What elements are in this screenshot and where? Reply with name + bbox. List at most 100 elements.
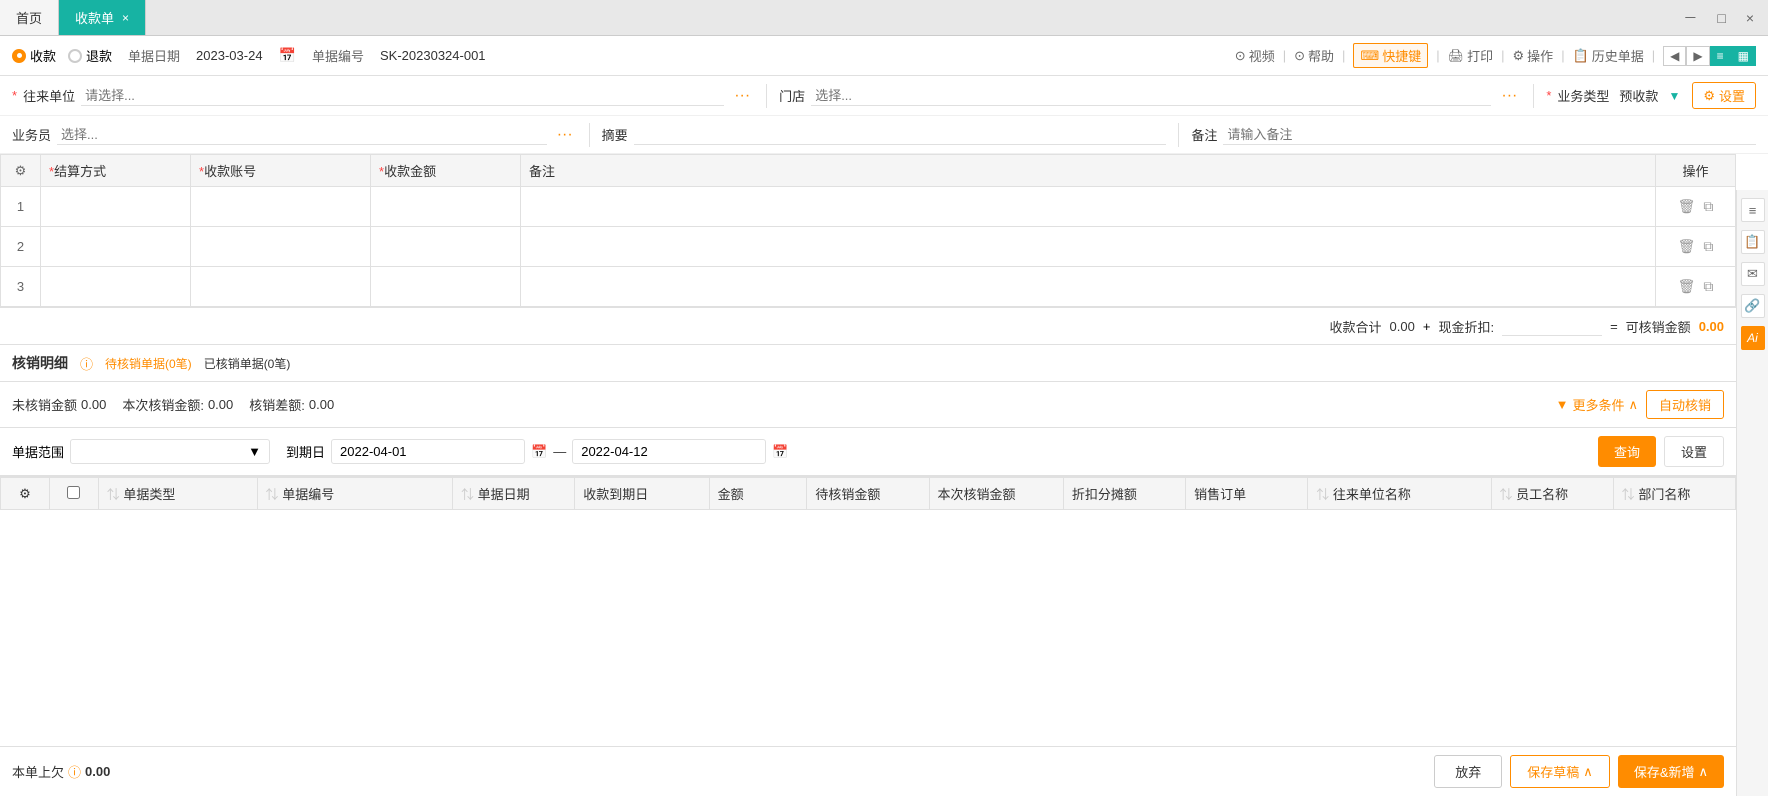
calendar-from-icon[interactable]: 📅 bbox=[531, 444, 547, 460]
right-panel-btn-2[interactable]: 📋 bbox=[1741, 230, 1765, 254]
store-input[interactable] bbox=[811, 86, 1491, 106]
tab-receipt[interactable]: 收款单 × bbox=[59, 0, 146, 35]
sub-table-gear[interactable]: ⚙ bbox=[19, 486, 31, 501]
video-btn[interactable]: ⊙ 视频 bbox=[1235, 46, 1275, 65]
row-remark-3[interactable] bbox=[521, 267, 1656, 307]
plus-sign: + bbox=[1423, 319, 1431, 334]
auto-offset-btn[interactable]: 自动核销 bbox=[1646, 390, 1724, 419]
discount-input[interactable] bbox=[1502, 316, 1602, 336]
minimize-button[interactable]: － bbox=[1677, 6, 1703, 30]
right-panel: ≡ 📋 ✉ 🔗 Ai bbox=[1736, 190, 1768, 796]
right-panel-btn-4[interactable]: 🔗 bbox=[1741, 294, 1765, 318]
view-grid-btn[interactable]: ▶ bbox=[1686, 46, 1709, 66]
view-table-btn[interactable]: ≡ bbox=[1710, 46, 1731, 66]
view-card-btn[interactable]: ▦ bbox=[1731, 46, 1756, 66]
tab-receipt-close[interactable]: × bbox=[122, 11, 129, 25]
remark-input[interactable] bbox=[1223, 125, 1756, 145]
tab-home[interactable]: 首页 bbox=[0, 0, 59, 35]
store-more-btn[interactable]: ··· bbox=[1497, 87, 1521, 105]
row-settlement-3[interactable] bbox=[41, 267, 191, 307]
duedate-label: 到期日 bbox=[286, 442, 325, 461]
staff-label: 业务员 bbox=[12, 125, 51, 144]
radio-receipt[interactable]: 收款 bbox=[12, 46, 56, 65]
select-all-checkbox[interactable] bbox=[67, 486, 80, 499]
draft-dropdown-icon[interactable]: ∧ bbox=[1583, 764, 1593, 780]
row-account-1[interactable] bbox=[191, 187, 371, 227]
right-panel-btn-1[interactable]: ≡ bbox=[1741, 198, 1765, 222]
staff-group: 业务员 ··· bbox=[12, 125, 577, 145]
diff-value: 0.00 bbox=[309, 397, 334, 412]
date-to-input[interactable] bbox=[572, 439, 766, 464]
maximize-button[interactable]: □ bbox=[1711, 8, 1731, 28]
row-remark-1[interactable] bbox=[521, 187, 1656, 227]
right-panel-btn-5[interactable]: Ai bbox=[1741, 326, 1765, 350]
summary-input[interactable] bbox=[634, 125, 1167, 145]
radio-refund[interactable]: 退款 bbox=[68, 46, 112, 65]
range-select[interactable]: ▼ bbox=[70, 439, 270, 464]
table-gear-icon[interactable]: ⚙ bbox=[15, 163, 27, 178]
filter-settings-btn[interactable]: 设置 bbox=[1664, 436, 1724, 467]
discount-label: 现金折扣: bbox=[1438, 317, 1494, 336]
equals-sign: = bbox=[1610, 319, 1618, 334]
range-dropdown-icon: ▼ bbox=[248, 444, 261, 459]
row-delete-2[interactable]: 🗑 bbox=[1678, 238, 1696, 255]
filter-row: 单据范围 ▼ 到期日 📅 — 📅 查询 设置 bbox=[0, 428, 1736, 476]
row-account-3[interactable] bbox=[191, 267, 371, 307]
col-account: *收款账号 bbox=[191, 155, 371, 187]
form-settings-btn[interactable]: ⚙ 设置 bbox=[1692, 82, 1756, 109]
bottom-label: 本单上欠 bbox=[12, 762, 64, 781]
staff-more-btn[interactable]: ··· bbox=[553, 126, 577, 144]
save-draft-btn[interactable]: 保存草稿 ∧ bbox=[1510, 755, 1610, 788]
biztype-dropdown-icon[interactable]: ▼ bbox=[1668, 89, 1680, 103]
shortcut-btn[interactable]: ⌨ 快捷键 bbox=[1353, 43, 1428, 68]
partner-more-btn[interactable]: ··· bbox=[730, 87, 754, 105]
row-settlement-2[interactable] bbox=[41, 227, 191, 267]
date-from-input[interactable] bbox=[331, 439, 525, 464]
row-amount-3[interactable] bbox=[371, 267, 521, 307]
help-btn[interactable]: ⊙ 帮助 bbox=[1294, 46, 1334, 65]
date-value[interactable]: 2023-03-24 bbox=[196, 48, 263, 63]
avail-value: 0.00 bbox=[1699, 319, 1724, 334]
row-copy-1[interactable]: ⧉ bbox=[1703, 198, 1713, 215]
view-list-btn[interactable]: ◀ bbox=[1663, 46, 1686, 66]
print-btn[interactable]: 🖨 打印 bbox=[1448, 46, 1494, 65]
summary-label: 摘要 bbox=[602, 125, 628, 144]
row-amount-2[interactable] bbox=[371, 227, 521, 267]
row-copy-3[interactable]: ⧉ bbox=[1703, 278, 1713, 295]
remark-label: 备注 bbox=[1191, 125, 1217, 144]
right-panel-btn-3[interactable]: ✉ bbox=[1741, 262, 1765, 286]
done-tab[interactable]: 已核销单据(0笔) bbox=[204, 355, 291, 372]
filter-icon: ▼ bbox=[1556, 397, 1569, 412]
partner-label: 往来单位 bbox=[23, 86, 75, 105]
query-btn[interactable]: 查询 bbox=[1598, 436, 1656, 467]
summary-group: 摘要 bbox=[602, 125, 1167, 145]
sub-col-staff: ⇅ 员工名称 bbox=[1491, 478, 1613, 510]
calendar-icon[interactable]: 📅 bbox=[279, 47, 296, 64]
abandon-btn[interactable]: 放弃 bbox=[1434, 755, 1502, 788]
col-amount: *收款金额 bbox=[371, 155, 521, 187]
close-button[interactable]: × bbox=[1740, 8, 1760, 28]
row-account-2[interactable] bbox=[191, 227, 371, 267]
row-delete-1[interactable]: 🗑 bbox=[1678, 198, 1696, 215]
history-btn[interactable]: 📋 历史单据 bbox=[1573, 46, 1644, 65]
save-dropdown-icon[interactable]: ∧ bbox=[1698, 764, 1708, 780]
save-new-btn[interactable]: 保存&新增 ∧ bbox=[1618, 755, 1724, 788]
calendar-to-icon[interactable]: 📅 bbox=[772, 444, 788, 460]
offset-info-icon[interactable]: ⓘ bbox=[80, 354, 93, 373]
partner-input[interactable] bbox=[81, 86, 724, 106]
row-remark-2[interactable] bbox=[521, 227, 1656, 267]
gear-icon: ⚙ bbox=[1703, 88, 1715, 104]
row-copy-2[interactable]: ⧉ bbox=[1703, 238, 1713, 255]
operation-btn[interactable]: ⚙ 操作 bbox=[1513, 46, 1554, 65]
more-conditions-btn[interactable]: ▼ 更多条件 ∧ bbox=[1556, 395, 1638, 414]
range-label: 单据范围 bbox=[12, 442, 64, 461]
main-wrapper: ⚙ *结算方式 *收款账号 *收款金额 备注 bbox=[0, 154, 1768, 796]
row-settlement-1[interactable] bbox=[41, 187, 191, 227]
bottom-info-icon[interactable]: ⓘ bbox=[68, 762, 81, 781]
row-amount-1[interactable] bbox=[371, 187, 521, 227]
pending-tab[interactable]: 待核销单据(0笔) bbox=[105, 355, 192, 372]
staff-input[interactable] bbox=[57, 125, 547, 145]
row-delete-3[interactable]: 🗑 bbox=[1678, 278, 1696, 295]
col-remark: 备注 bbox=[521, 155, 1656, 187]
row-num-3: 3 bbox=[1, 267, 41, 307]
